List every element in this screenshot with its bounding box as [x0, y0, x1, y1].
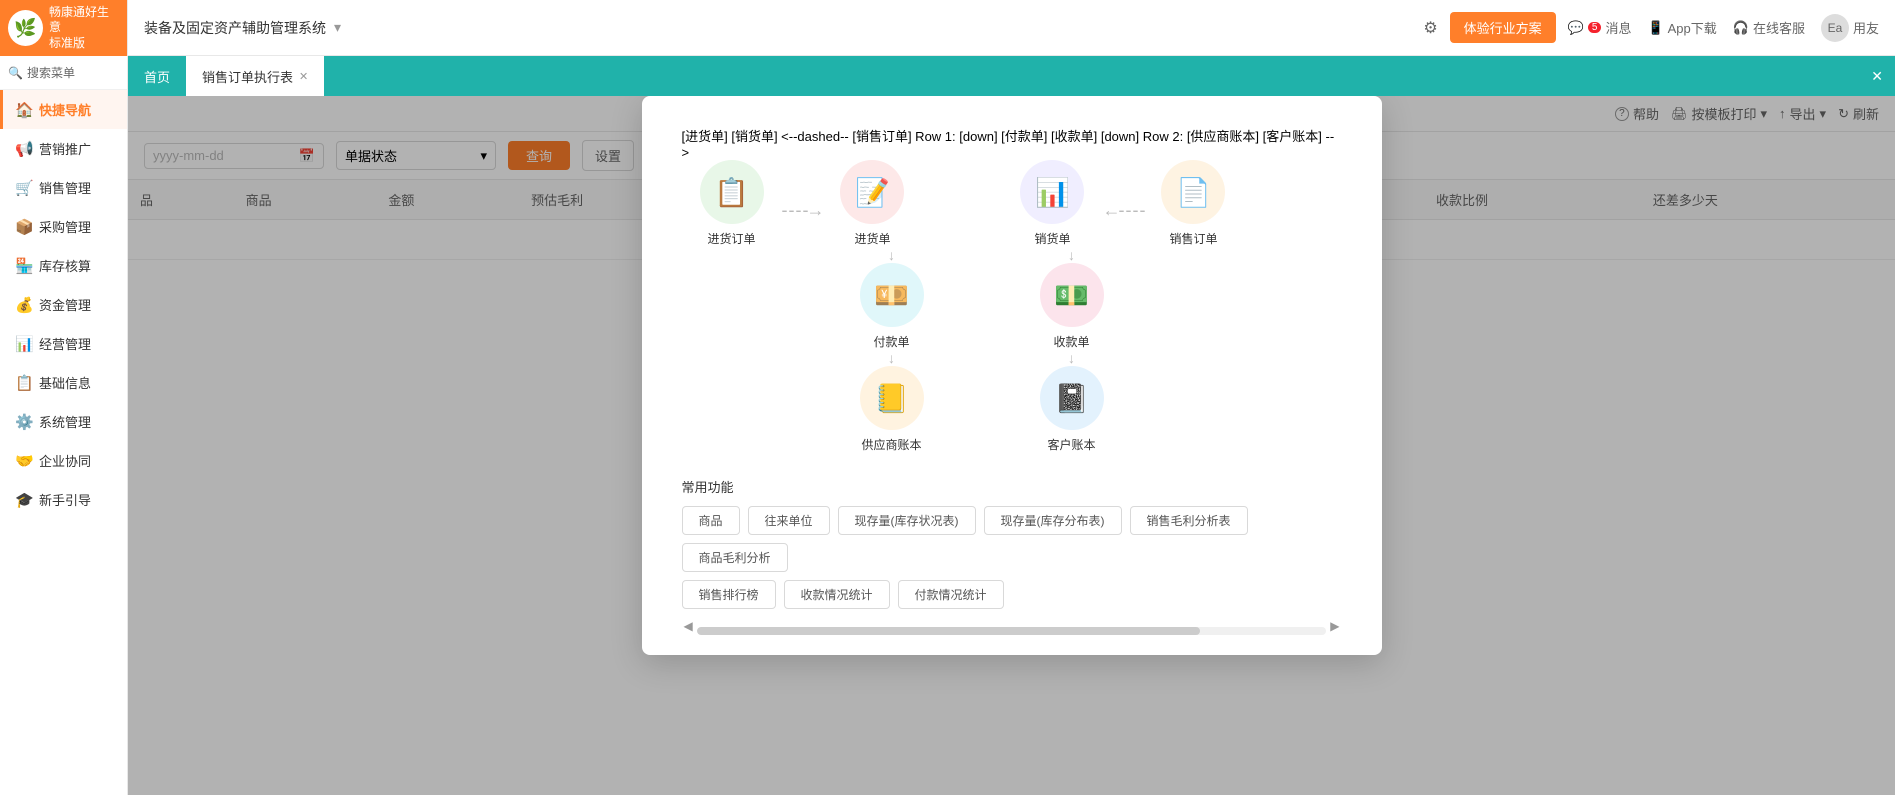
- settings-icon[interactable]: ⚙: [1423, 18, 1437, 38]
- cooperation-icon: 🤝: [15, 452, 33, 470]
- system-icon: ⚙️: [15, 413, 33, 431]
- topbar-title: 装备及固定资产辅助管理系统 ▾: [144, 18, 1411, 38]
- support-action[interactable]: 🎧 在线客服: [1733, 18, 1805, 37]
- headset-icon: 🎧: [1733, 20, 1749, 36]
- avatar: Ea: [1821, 14, 1849, 42]
- quick-nav-dialog: [进货单] [销货单] <--dashed-- [销售订单] Row 1: [d…: [642, 96, 1382, 655]
- sidebar-item-system[interactable]: ⚙️ 系统管理: [0, 402, 127, 441]
- flow-node-sales-order[interactable]: 📄 销售订单: [1143, 160, 1243, 247]
- logo-icon: 🌿: [8, 10, 43, 46]
- cf-btn-receipt-stats[interactable]: 收款情况统计: [784, 580, 890, 609]
- guide-icon: 🎓: [15, 491, 33, 509]
- close-tab-btn[interactable]: ✕: [1859, 56, 1895, 96]
- cf-btn-stock-dist[interactable]: 现存量(库存分布表): [984, 506, 1122, 535]
- message-action[interactable]: 💬 5 消息: [1568, 18, 1632, 37]
- overlay: [进货单] [销货单] <--dashed-- [销售订单] Row 1: [d…: [128, 96, 1895, 795]
- sidebar-logo: 🌿 畅康通好生意 标准版: [0, 0, 127, 56]
- cf-btn-payment-stats[interactable]: 付款情况统计: [898, 580, 1004, 609]
- marketing-icon: 📢: [15, 140, 33, 158]
- flow-node-purchase-order[interactable]: 📋 进货订单: [682, 160, 782, 247]
- content-area: ? 帮助 🖨 按模板打印 ▾ ↑ 导出 ▾ ↻ 刷新 yyyy-mm-dd �: [128, 96, 1895, 795]
- sidebar-item-operations[interactable]: 📊 经营管理: [0, 324, 127, 363]
- main-area: 装备及固定资产辅助管理系统 ▾ ⚙ 体验行业方案 💬 5 消息 📱 App下载 …: [128, 0, 1895, 795]
- sidebar-search[interactable]: 🔍 搜索菜单: [0, 56, 127, 90]
- message-icon: 💬: [1568, 20, 1584, 36]
- basic-info-icon: 📋: [15, 374, 33, 392]
- trial-button[interactable]: 体验行业方案: [1450, 12, 1556, 43]
- tab-sales-exec[interactable]: 销售订单执行表 ✕: [186, 56, 324, 96]
- chevron-icon: ▾: [334, 19, 341, 36]
- topbar-actions: 💬 5 消息 📱 App下载 🎧 在线客服 Ea 用友: [1568, 14, 1879, 42]
- dialog-scrollbar[interactable]: [697, 627, 1327, 635]
- user-action[interactable]: Ea 用友: [1821, 14, 1879, 42]
- sidebar-item-cooperation[interactable]: 🤝 企业协同: [0, 441, 127, 480]
- message-badge: 5: [1588, 22, 1602, 33]
- dialog-scrollbar-row: ◀ ▶: [682, 617, 1342, 635]
- cf-btn-stock-status[interactable]: 现存量(库存状况表): [838, 506, 976, 535]
- cf-title: 常用功能: [682, 477, 1342, 496]
- sidebar-item-inventory[interactable]: 🏪 库存核算: [0, 246, 127, 285]
- tabbar: 首页 销售订单执行表 ✕ ✕: [128, 56, 1895, 96]
- purchase-icon: 📦: [15, 218, 33, 236]
- common-functions: 常用功能 商品 往来单位 现存量(库存状况表) 现存量(库存分布表) 销售毛利分…: [682, 477, 1342, 609]
- finance-icon: 💰: [15, 296, 33, 314]
- flow-node-payment[interactable]: 💴 付款单: [842, 263, 942, 350]
- sidebar-item-sales[interactable]: 🛒 销售管理: [0, 168, 127, 207]
- tab-close-icon[interactable]: ✕: [299, 70, 308, 83]
- tab-home[interactable]: 首页: [128, 56, 186, 96]
- system-name: 装备及固定资产辅助管理系统: [144, 18, 326, 38]
- sidebar-item-guide[interactable]: 🎓 新手引导: [0, 480, 127, 519]
- operations-icon: 📊: [15, 335, 33, 353]
- cf-btn-goods-margin[interactable]: 商品毛利分析: [682, 543, 788, 572]
- cf-btns-row2: 销售排行榜 收款情况统计 付款情况统计: [682, 580, 1342, 609]
- cf-btn-partners[interactable]: 往来单位: [748, 506, 830, 535]
- sidebar-item-quick-nav[interactable]: 🏠 快捷导航: [0, 90, 127, 129]
- flow-node-supplier-ledger[interactable]: 📒 供应商账本: [842, 366, 942, 453]
- app-icon: 📱: [1647, 20, 1663, 36]
- sidebar-nav: 🏠 快捷导航 📢 营销推广 🛒 销售管理 📦 采购管理 🏪 库存核算 💰 资金管…: [0, 90, 127, 795]
- cf-btn-sales-rank[interactable]: 销售排行榜: [682, 580, 776, 609]
- sidebar-item-purchase[interactable]: 📦 采购管理: [0, 207, 127, 246]
- cf-btns-row1: 商品 往来单位 现存量(库存状况表) 现存量(库存分布表) 销售毛利分析表 商品…: [682, 506, 1342, 572]
- home-icon: 🏠: [15, 101, 33, 119]
- search-icon: 🔍: [8, 66, 23, 80]
- sidebar-item-finance[interactable]: 💰 资金管理: [0, 285, 127, 324]
- home-tab-label: 首页: [144, 67, 170, 86]
- inventory-icon: 🏪: [15, 257, 33, 275]
- sidebar-item-basic-info[interactable]: 📋 基础信息: [0, 363, 127, 402]
- flow-node-receipt[interactable]: 💵 收款单: [1022, 263, 1122, 350]
- flow-node-sales-bill[interactable]: 📊 销货单: [1002, 160, 1102, 247]
- app-action[interactable]: 📱 App下载: [1647, 18, 1716, 37]
- cf-btn-sales-margin[interactable]: 销售毛利分析表: [1130, 506, 1248, 535]
- scroll-left-icon[interactable]: ◀: [684, 619, 693, 633]
- cf-btn-goods[interactable]: 商品: [682, 506, 740, 535]
- flow-node-purchase-bill[interactable]: 📝 进货单: [822, 160, 922, 247]
- sidebar-item-marketing[interactable]: 📢 营销推广: [0, 129, 127, 168]
- scroll-right-icon[interactable]: ▶: [1330, 619, 1339, 633]
- sales-icon: 🛒: [15, 179, 33, 197]
- sidebar: 🌿 畅康通好生意 标准版 🔍 搜索菜单 🏠 快捷导航 📢 营销推广 🛒 销售管理…: [0, 0, 128, 795]
- logo-text: 畅康通好生意 标准版: [49, 5, 119, 52]
- topbar: 装备及固定资产辅助管理系统 ▾ ⚙ 体验行业方案 💬 5 消息 📱 App下载 …: [128, 0, 1895, 56]
- sales-exec-tab-label: 销售订单执行表: [202, 67, 293, 86]
- scrollbar-thumb: [697, 627, 1201, 635]
- flow-node-customer-ledger[interactable]: 📓 客户账本: [1022, 366, 1122, 453]
